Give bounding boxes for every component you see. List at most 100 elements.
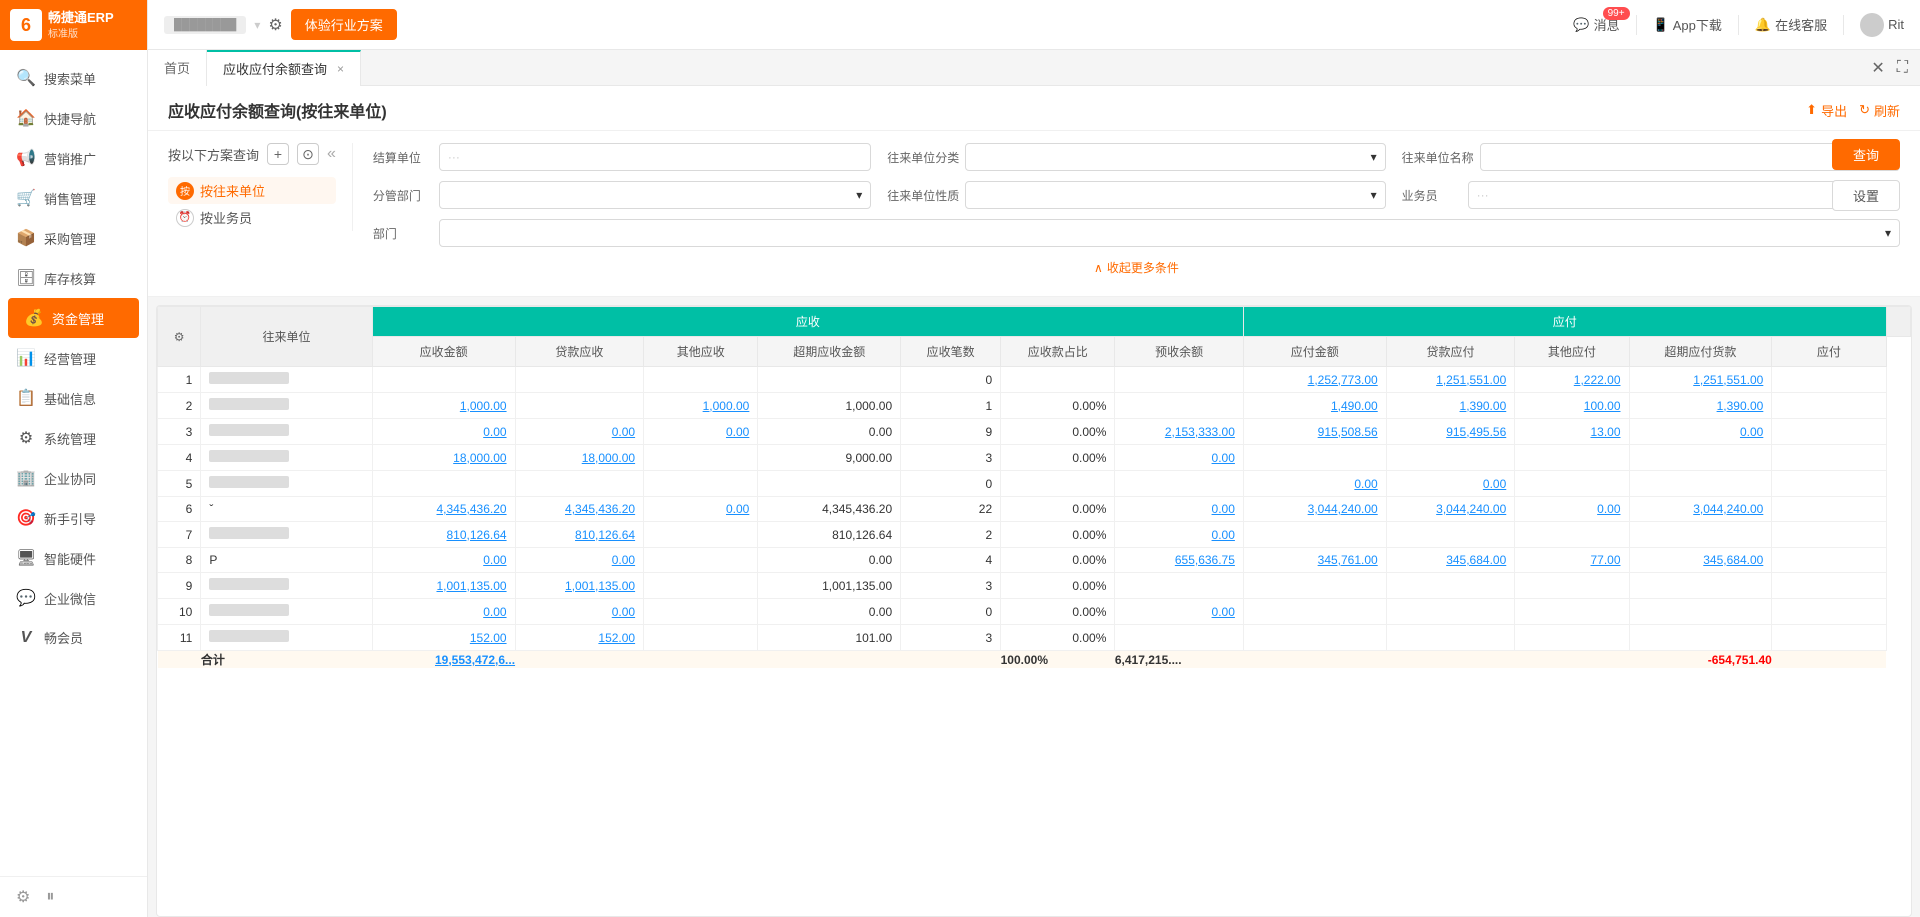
table-cell[interactable]: 0.00 — [372, 548, 515, 573]
table-cell — [1386, 522, 1515, 548]
message-btn[interactable]: 💬 消息 99+ — [1573, 15, 1619, 34]
table-cell[interactable]: 1,001,135.00 — [372, 573, 515, 599]
table-cell[interactable]: 0.00 — [644, 497, 758, 522]
table-container[interactable]: ⚙ 往来单位 应收 应付 应收金额 贷款应收 其他应收 超期应收金额 应收笔数 … — [156, 305, 1912, 917]
table-cell[interactable]: 1,000.00 — [372, 393, 515, 419]
set-btn[interactable]: 设置 — [1832, 180, 1900, 211]
table-cell[interactable]: 915,495.56 — [1386, 419, 1515, 445]
table-cell[interactable]: 3,044,240.00 — [1243, 497, 1386, 522]
collapse-icon[interactable]: ⏸ — [46, 888, 54, 906]
table-cell[interactable]: 0.00 — [515, 419, 644, 445]
table-cell[interactable]: 0.00 — [644, 419, 758, 445]
table-cell[interactable]: 0.00 — [1243, 471, 1386, 497]
collapse-more-btn[interactable]: ∧ 收起更多条件 — [373, 251, 1900, 284]
table-cell[interactable]: 152.00 — [515, 625, 644, 651]
table-cell[interactable]: 0.00 — [1386, 471, 1515, 497]
sidebar-item-finance[interactable]: 💰 资金管理 — [8, 298, 139, 338]
table-cell[interactable]: 0.00 — [515, 548, 644, 573]
table-cell[interactable]: 345,684.00 — [1629, 548, 1772, 573]
settings-bottom-icon[interactable]: ⚙ — [16, 887, 30, 907]
table-cell[interactable]: 100.00 — [1515, 393, 1629, 419]
filter-label: 按以下方案查询 — [168, 145, 259, 164]
refresh-btn[interactable]: ↻ 刷新 — [1859, 101, 1900, 120]
table-cell[interactable]: 0.00 — [1115, 445, 1244, 471]
table-cell[interactable]: 4,345,436.20 — [372, 497, 515, 522]
tab-expand-icon[interactable]: ⛶ — [1897, 59, 1908, 77]
table-cell[interactable]: 810,126.64 — [372, 522, 515, 548]
table-cell[interactable]: 18,000.00 — [372, 445, 515, 471]
sidebar-item-hardware[interactable]: 🖥 智能硬件 — [0, 538, 147, 578]
table-cell[interactable]: 0.00 — [1115, 497, 1244, 522]
table-cell[interactable]: 0.00 — [1629, 419, 1772, 445]
table-cell[interactable]: 0.00 — [372, 419, 515, 445]
sidebar-item-marketing[interactable]: 📢 营销推广 — [0, 138, 147, 178]
collapse-icon-arrow: ∧ — [1094, 261, 1103, 275]
table-cell[interactable]: 13.00 — [1515, 419, 1629, 445]
app-download-btn[interactable]: 📱 App下载 — [1653, 15, 1722, 34]
tab-balance[interactable]: 应收应付余额查询 × — [207, 50, 361, 86]
tab-close-window-icon[interactable]: ✕ — [1871, 58, 1884, 78]
sidebar-item-operation[interactable]: 📊 经营管理 — [0, 338, 147, 378]
table-cell[interactable]: 1,490.00 — [1243, 393, 1386, 419]
sidebar-item-wechat[interactable]: 💬 企业微信 — [0, 578, 147, 618]
table-cell[interactable]: 1,000.00 — [644, 393, 758, 419]
sidebar-item-member[interactable]: V 畅会员 — [0, 618, 147, 657]
scheme-option-salesperson[interactable]: ⏰ 按业务员 — [168, 204, 336, 231]
settings-icon[interactable]: ⚙ — [268, 15, 282, 35]
category-input[interactable]: ▾ — [965, 143, 1385, 171]
dept-manager-input[interactable]: ▾ — [439, 181, 871, 209]
filter-add-btn[interactable]: + — [267, 143, 289, 165]
th-settings[interactable]: ⚙ — [158, 307, 201, 367]
table-cell[interactable]: 0.00 — [372, 599, 515, 625]
sidebar-item-inventory[interactable]: 🗄 库存核算 — [0, 258, 147, 298]
table-cell[interactable]: 1,390.00 — [1386, 393, 1515, 419]
total-rec-amount[interactable]: 19,553,472,6... — [372, 651, 515, 669]
table-cell[interactable]: 1,390.00 — [1629, 393, 1772, 419]
table-cell — [1515, 471, 1629, 497]
table-cell[interactable]: 345,761.00 — [1243, 548, 1386, 573]
user-info[interactable]: Rit — [1860, 13, 1904, 37]
table-cell[interactable]: 77.00 — [1515, 548, 1629, 573]
table-cell[interactable]: 0.00 — [1515, 497, 1629, 522]
table-cell[interactable]: 3,044,240.00 — [1629, 497, 1772, 522]
query-btn[interactable]: 查询 — [1832, 139, 1900, 170]
tab-home[interactable]: 首页 — [148, 50, 207, 86]
settlement-input[interactable]: ··· — [439, 143, 871, 171]
table-cell[interactable]: 0.00 — [1115, 599, 1244, 625]
tab-close-icon[interactable]: × — [337, 62, 344, 76]
sidebar-item-sales[interactable]: 🛒 销售管理 — [0, 178, 147, 218]
sidebar-item-search[interactable]: 🔍 搜索菜单 — [0, 58, 147, 98]
filter-collapse-icon[interactable]: « — [327, 145, 336, 163]
table-cell[interactable]: 655,636.75 — [1115, 548, 1244, 573]
table-cell[interactable]: 915,508.56 — [1243, 419, 1386, 445]
nature-input[interactable]: ▾ — [965, 181, 1385, 209]
table-cell[interactable]: 1,251,551.00 — [1386, 367, 1515, 393]
table-cell[interactable]: 4,345,436.20 — [515, 497, 644, 522]
sidebar-item-guide[interactable]: 🎯 新手引导 — [0, 498, 147, 538]
sidebar-item-company[interactable]: 🏢 企业协同 — [0, 458, 147, 498]
sidebar-item-basic[interactable]: 📋 基础信息 — [0, 378, 147, 418]
industry-btn[interactable]: 体验行业方案 — [291, 9, 397, 40]
table-cell[interactable]: 1,001,135.00 — [515, 573, 644, 599]
table-cell — [1386, 573, 1515, 599]
filter-scheme-btn[interactable]: ⊙ — [297, 143, 319, 165]
online-service-btn[interactable]: 🔔 在线客服 — [1755, 15, 1827, 34]
export-btn[interactable]: ⬆ 导出 — [1806, 101, 1847, 120]
table-cell[interactable]: 3,044,240.00 — [1386, 497, 1515, 522]
table-cell[interactable]: 810,126.64 — [515, 522, 644, 548]
table-cell[interactable]: 1,252,773.00 — [1243, 367, 1386, 393]
table-cell[interactable]: 2,153,333.00 — [1115, 419, 1244, 445]
table-cell[interactable]: 1,222.00 — [1515, 367, 1629, 393]
sidebar-item-system[interactable]: ⚙ 系统管理 — [0, 418, 147, 458]
scheme-option-partner[interactable]: 按 按往来单位 — [168, 177, 336, 204]
table-cell[interactable]: 1,251,551.00 — [1629, 367, 1772, 393]
sidebar-item-purchase[interactable]: 📦 采购管理 — [0, 218, 147, 258]
table-cell[interactable]: 0.00 — [1115, 522, 1244, 548]
dept-input[interactable]: ▾ — [439, 219, 1900, 247]
table-cell[interactable]: 345,684.00 — [1386, 548, 1515, 573]
sidebar-item-quick[interactable]: 🏠 快捷导航 — [0, 98, 147, 138]
table-cell[interactable]: 0.00 — [515, 599, 644, 625]
table-cell[interactable]: 152.00 — [372, 625, 515, 651]
table-cell[interactable]: 18,000.00 — [515, 445, 644, 471]
table-cell — [1629, 599, 1772, 625]
